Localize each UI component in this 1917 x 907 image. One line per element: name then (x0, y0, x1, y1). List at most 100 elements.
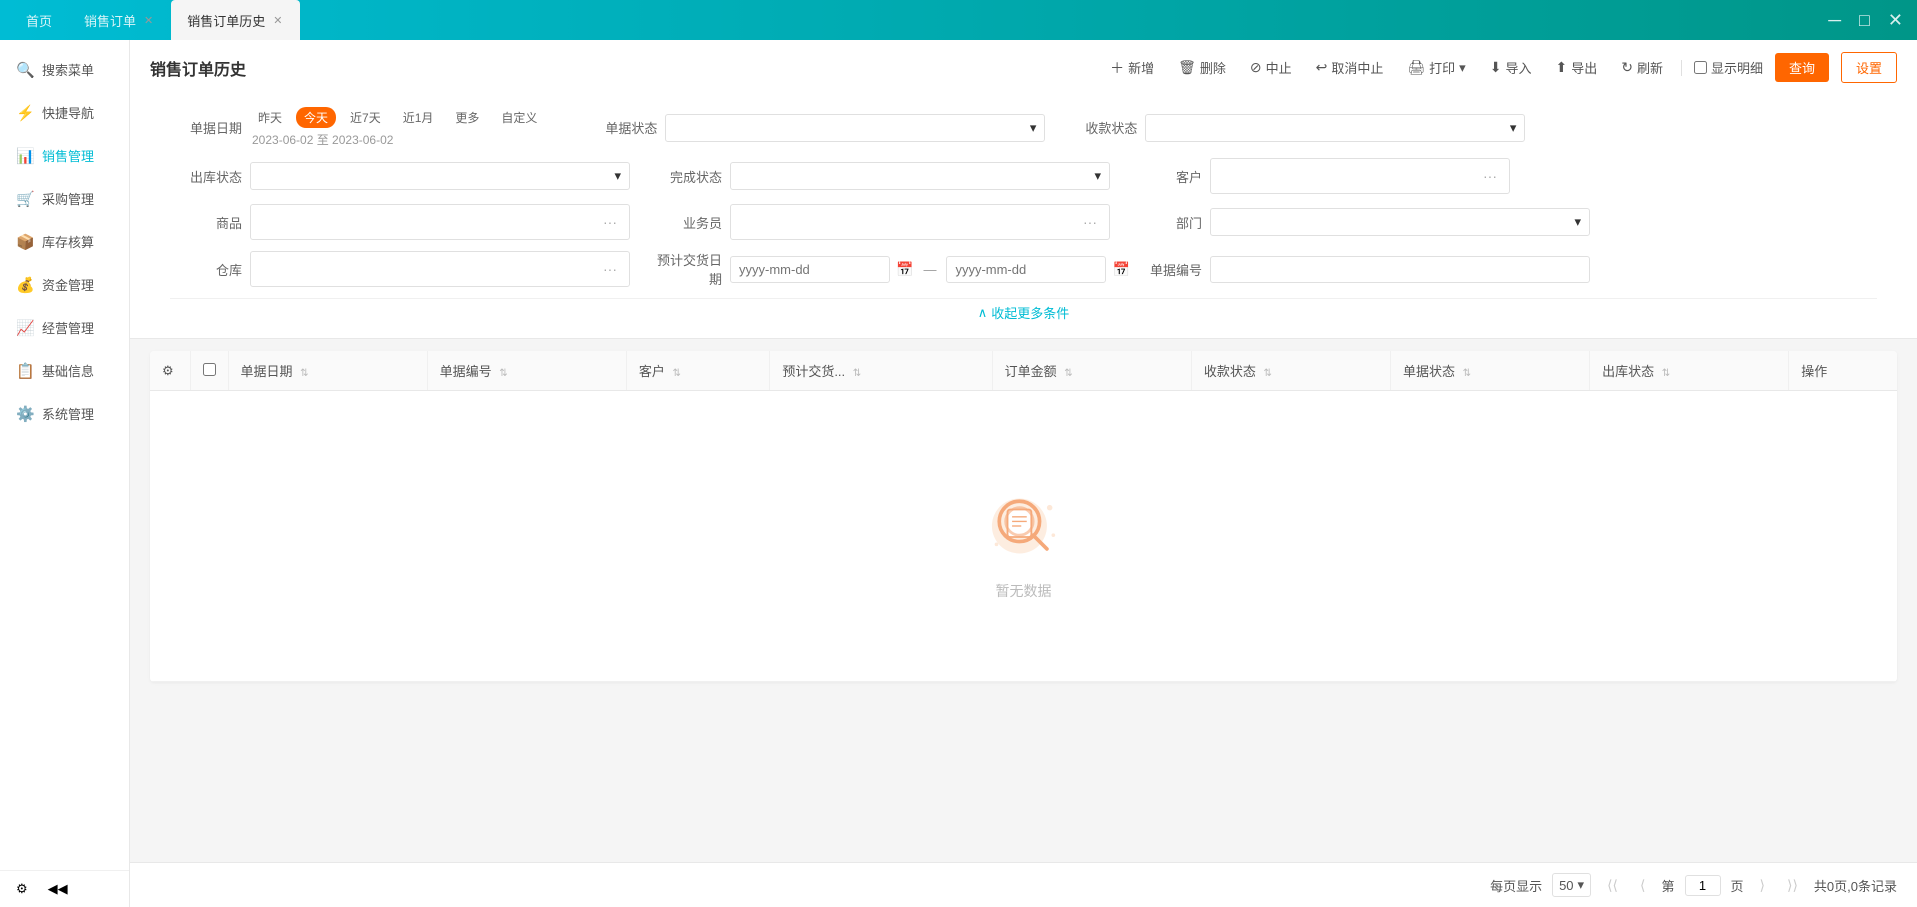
sidebar-item-system-mgmt[interactable]: ⚙️ 系统管理 (0, 392, 129, 435)
customer-input[interactable]: ··· (1210, 158, 1510, 194)
sidebar-label-purchase: 采购管理 (42, 189, 94, 208)
th-checkbox[interactable] (190, 351, 228, 391)
order-status-arrow: ▾ (1030, 120, 1037, 136)
print-arrow-icon: ▾ (1459, 60, 1466, 76)
th-date: 单据日期 ⇅ (228, 351, 427, 391)
display-details-input[interactable] (1694, 61, 1707, 74)
th-order-status-sort-icon[interactable]: ⇅ (1463, 368, 1471, 379)
date-tab-7days[interactable]: 近7天 (342, 107, 389, 128)
th-payment-status-label: 收款状态 (1204, 364, 1256, 379)
settings-button[interactable]: 设置 (1841, 52, 1897, 83)
payment-status-label: 收款状态 (1065, 118, 1145, 137)
sidebar-bottom-expand-icon[interactable]: ◀◀ (48, 881, 68, 897)
th-amount-sort-icon[interactable]: ⇅ (1064, 368, 1072, 379)
th-delivery-status-sort-icon[interactable]: ⇅ (1662, 368, 1670, 379)
calendar-end-icon[interactable]: 📅 (1112, 261, 1129, 278)
th-order-no-label: 单据编号 (440, 364, 492, 379)
calendar-start-icon[interactable]: 📅 (896, 261, 913, 278)
table-head: ⚙ 单据日期 ⇅ 单据编号 ⇅ 客户 ⇅ (150, 351, 1897, 391)
export-button[interactable]: ⬆ 导出 (1549, 54, 1603, 81)
stop-button[interactable]: ⊘ 中止 (1244, 54, 1298, 81)
refresh-button[interactable]: ↻ 刷新 (1615, 54, 1669, 81)
cancel-stop-button[interactable]: ↩ 取消中止 (1310, 54, 1390, 81)
th-payment-status-sort-icon[interactable]: ⇅ (1263, 368, 1271, 379)
expected-delivery-end[interactable] (946, 256, 1106, 283)
query-button[interactable]: 查询 (1775, 53, 1829, 82)
th-settings[interactable]: ⚙ (150, 351, 190, 391)
sidebar-item-sales-mgmt[interactable]: 📊 销售管理 (0, 134, 129, 177)
payment-status-select[interactable]: ▾ (1145, 114, 1525, 142)
add-button[interactable]: ＋ 新增 (1104, 54, 1160, 82)
stop-icon: ⊘ (1250, 59, 1262, 76)
select-all-checkbox[interactable] (203, 363, 216, 376)
next-page-btn[interactable]: ⟩ (1754, 875, 1771, 896)
customer-ellipsis-icon[interactable]: ··· (1479, 164, 1501, 188)
date-tab-today[interactable]: 今天 (296, 107, 336, 128)
department-control: ▾ (1210, 208, 1590, 236)
salesperson-input[interactable]: ··· (730, 204, 1110, 240)
department-label: 部门 (1130, 213, 1210, 232)
tab-sales-order[interactable]: 销售订单 ✕ (68, 0, 171, 40)
last-page-btn[interactable]: ⟩⟩ (1781, 875, 1804, 896)
sidebar-item-quick-nav[interactable]: ⚡ 快捷导航 (0, 91, 129, 134)
date-tab-custom[interactable]: 自定义 (493, 107, 545, 128)
date-tab-1month[interactable]: 近1月 (395, 107, 442, 128)
minimize-btn[interactable]: ─ (1824, 6, 1845, 35)
sidebar-item-purchase-mgmt[interactable]: 🛒 采购管理 (0, 177, 129, 220)
first-page-btn[interactable]: ⟨⟨ (1601, 875, 1624, 896)
print-button[interactable]: 🖨 打印 ▾ (1401, 54, 1471, 81)
product-input[interactable]: ··· (250, 204, 630, 240)
table-header-row: ⚙ 单据日期 ⇅ 单据编号 ⇅ 客户 ⇅ (150, 351, 1897, 391)
tab-home[interactable]: 首页 (10, 0, 68, 40)
sidebar-item-inventory-calc[interactable]: 📦 库存核算 (0, 220, 129, 263)
prev-page-btn[interactable]: ⟨ (1634, 875, 1651, 896)
table-footer: 每页显示 50 ▾ ⟨⟨ ⟨ 第 页 ⟩ ⟩⟩ 共0页,0条记录 (130, 862, 1917, 907)
quick-nav-icon: ⚡ (16, 104, 34, 122)
page-number-input[interactable] (1685, 875, 1721, 896)
collapse-row[interactable]: ∧ 收起更多条件 (170, 298, 1877, 326)
th-delivery-status: 出库状态 ⇅ (1590, 351, 1789, 391)
delivery-status-select[interactable]: ▾ (250, 162, 630, 190)
product-label: 商品 (170, 213, 250, 232)
tab-sales-order-history-close[interactable]: ✕ (271, 12, 284, 29)
display-details-checkbox[interactable]: 显示明细 (1694, 58, 1763, 77)
product-control: ··· (250, 204, 630, 240)
page-size-select[interactable]: 50 ▾ (1552, 873, 1591, 897)
tab-sales-order-history[interactable]: 销售订单历史 ✕ (171, 0, 300, 40)
maximize-btn[interactable]: □ (1855, 6, 1874, 35)
th-order-status-label: 单据状态 (1403, 364, 1455, 379)
th-customer-sort-icon[interactable]: ⇅ (672, 368, 680, 379)
th-expected-delivery-sort-icon[interactable]: ⇅ (853, 368, 861, 379)
th-order-no-sort-icon[interactable]: ⇅ (499, 368, 507, 379)
th-customer-label: 客户 (639, 364, 665, 379)
completion-status-control: ▾ (730, 162, 1110, 190)
date-tab-yesterday[interactable]: 昨天 (250, 107, 290, 128)
order-status-select[interactable]: ▾ (665, 114, 1045, 142)
expected-delivery-start[interactable] (730, 256, 890, 283)
sidebar-bottom-settings-icon[interactable]: ⚙ (16, 881, 28, 897)
sidebar-item-base-info[interactable]: 📋 基础信息 (0, 349, 129, 392)
th-customer: 客户 ⇅ (626, 351, 770, 391)
salesperson-ellipsis-icon[interactable]: ··· (1079, 210, 1101, 234)
completion-status-select[interactable]: ▾ (730, 162, 1110, 190)
th-date-label: 单据日期 (241, 364, 293, 379)
warehouse-input[interactable]: ··· (250, 251, 630, 287)
warehouse-ellipsis-icon[interactable]: ··· (599, 257, 621, 281)
close-btn[interactable]: ✕ (1884, 6, 1907, 35)
order-number-input[interactable] (1210, 256, 1590, 283)
delete-button[interactable]: 🗑 删除 (1172, 54, 1232, 81)
department-select[interactable]: ▾ (1210, 208, 1590, 236)
sidebar-item-finance-mgmt[interactable]: 💰 资金管理 (0, 263, 129, 306)
product-ellipsis-icon[interactable]: ··· (599, 210, 621, 234)
tab-sales-order-close[interactable]: ✕ (142, 12, 155, 29)
tab-bar: 首页 销售订单 ✕ 销售订单历史 ✕ (10, 0, 1824, 40)
salesperson-label: 业务员 (650, 213, 730, 232)
sidebar-label-finance: 资金管理 (42, 275, 94, 294)
th-order-no: 单据编号 ⇅ (427, 351, 626, 391)
sidebar-item-search-menu[interactable]: 🔍 搜索菜单 (0, 48, 129, 91)
date-tab-more[interactable]: 更多 (447, 107, 487, 128)
th-date-sort-icon[interactable]: ⇅ (300, 368, 308, 379)
th-order-status: 单据状态 ⇅ (1390, 351, 1589, 391)
sidebar-item-operation-mgmt[interactable]: 📈 经营管理 (0, 306, 129, 349)
import-button[interactable]: ⬇ 导入 (1484, 54, 1538, 81)
